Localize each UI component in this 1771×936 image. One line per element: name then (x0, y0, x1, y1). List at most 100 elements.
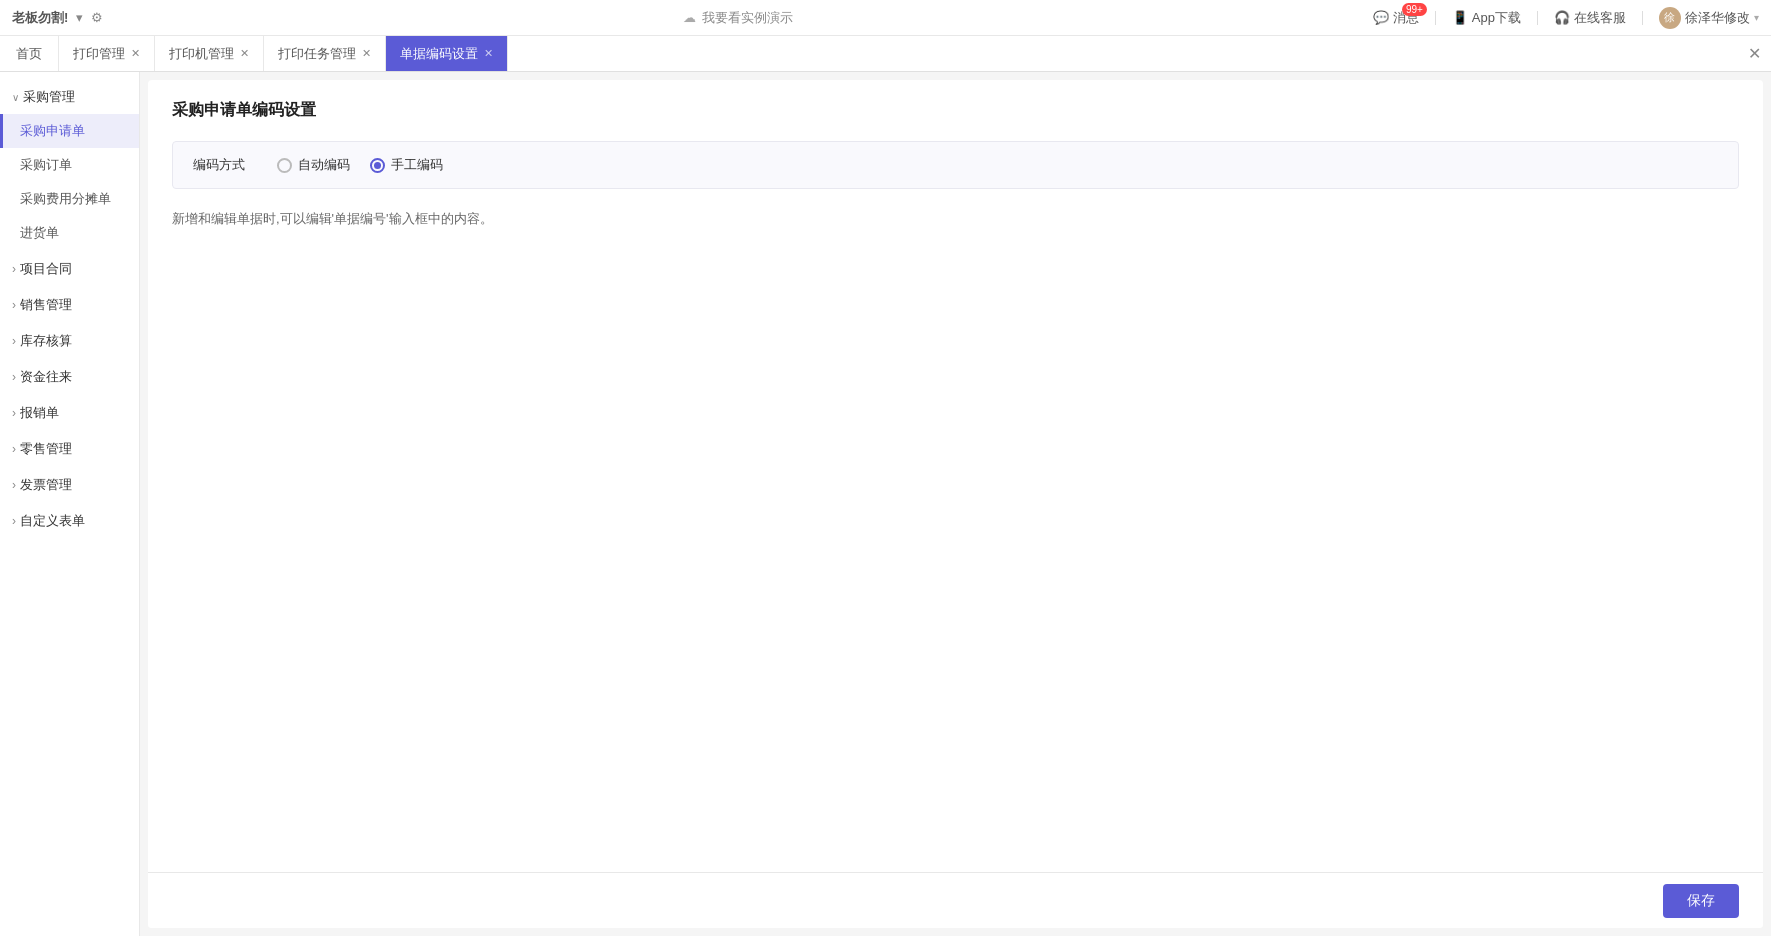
tab-home-label: 首页 (16, 45, 42, 63)
sidebar-group-inventory: › 库存核算 (0, 324, 139, 358)
sidebar-group-purchase: ∨ 采购管理 采购申请单 采购订单 采购费用分摊单 进货单 (0, 80, 139, 250)
settings-icon[interactable]: ⚙ (91, 10, 103, 25)
purchase-arrow-icon: ∨ (12, 92, 19, 103)
user-dropdown-icon: ▾ (1754, 12, 1759, 23)
tab-barcode-settings[interactable]: 单据编码设置 ✕ (386, 36, 508, 71)
content-area: 采购申请单编码设置 编码方式 自动编码 手工编码 新增和编辑单据时,可以编辑'单… (148, 80, 1763, 928)
message-badge: 99+ (1402, 3, 1427, 16)
project-arrow-icon: › (12, 262, 16, 276)
sidebar-item-purchase-request-label: 采购申请单 (20, 123, 85, 138)
tab-print-task-mgmt-close[interactable]: ✕ (362, 47, 371, 60)
sales-arrow-icon: › (12, 298, 16, 312)
funds-arrow-icon: › (12, 370, 16, 384)
sidebar-group-retail: › 零售管理 (0, 432, 139, 466)
sidebar-group-funds-title[interactable]: › 资金往来 (0, 360, 139, 394)
auto-encode-radio-circle (277, 158, 292, 173)
sidebar: ∨ 采购管理 采购申请单 采购订单 采购费用分摊单 进货单 › 项目合同 (0, 72, 140, 936)
headset-icon: 🎧 (1554, 10, 1570, 25)
message-button[interactable]: 💬 消息 99+ (1373, 9, 1419, 27)
cloud-icon: ☁ (683, 10, 696, 25)
online-service-button[interactable]: 🎧 在线客服 (1554, 9, 1626, 27)
sidebar-group-project: › 项目合同 (0, 252, 139, 286)
main-layout: ∨ 采购管理 采购申请单 采购订单 采购费用分摊单 进货单 › 项目合同 (0, 72, 1771, 936)
retail-arrow-icon: › (12, 442, 16, 456)
sidebar-item-goods-receipt-label: 进货单 (20, 225, 59, 240)
top-bar-center: ☁ 我要看实例演示 (683, 9, 793, 27)
sidebar-group-custom-form: › 自定义表单 (0, 504, 139, 538)
sidebar-group-custom-form-title[interactable]: › 自定义表单 (0, 504, 139, 538)
invoice-arrow-icon: › (12, 478, 16, 492)
tab-print-task-mgmt-label: 打印任务管理 (278, 45, 356, 63)
manual-encode-radio-circle (370, 158, 385, 173)
encoding-label: 编码方式 (193, 156, 253, 174)
online-service-label: 在线客服 (1574, 9, 1626, 27)
app-download-label: App下载 (1472, 9, 1521, 27)
user-name: 徐泽华修改 (1685, 9, 1750, 27)
sales-group-label: 销售管理 (20, 296, 72, 314)
sidebar-item-purchase-expense[interactable]: 采购费用分摊单 (0, 182, 139, 216)
project-group-label: 项目合同 (20, 260, 72, 278)
page-title: 采购申请单编码设置 (172, 100, 1739, 121)
save-button[interactable]: 保存 (1663, 884, 1739, 918)
sidebar-group-sales-title[interactable]: › 销售管理 (0, 288, 139, 322)
sidebar-group-sales: › 销售管理 (0, 288, 139, 322)
inventory-group-label: 库存核算 (20, 332, 72, 350)
auto-encode-radio[interactable]: 自动编码 (277, 156, 350, 174)
tab-bar-close[interactable]: ✕ (1738, 36, 1771, 71)
tab-print-mgmt-close[interactable]: ✕ (131, 47, 140, 60)
radio-group: 自动编码 手工编码 (277, 156, 443, 174)
demo-label[interactable]: 我要看实例演示 (702, 9, 793, 27)
expense-report-arrow-icon: › (12, 406, 16, 420)
app-download-icon: 📱 (1452, 10, 1468, 25)
top-bar: 老板勿割! ▾ ⚙ ☁ 我要看实例演示 💬 消息 99+ 📱 App下载 🎧 在… (0, 0, 1771, 36)
sidebar-item-purchase-order-label: 采购订单 (20, 157, 72, 172)
sidebar-group-invoice-title[interactable]: › 发票管理 (0, 468, 139, 502)
tab-print-mgmt[interactable]: 打印管理 ✕ (59, 36, 155, 71)
custom-form-arrow-icon: › (12, 514, 16, 528)
tab-print-mgmt-label: 打印管理 (73, 45, 125, 63)
app-download-button[interactable]: 📱 App下载 (1452, 9, 1521, 27)
tab-home[interactable]: 首页 (0, 36, 59, 71)
encoding-section: 编码方式 自动编码 手工编码 (172, 141, 1739, 189)
tab-printer-mgmt[interactable]: 打印机管理 ✕ (155, 36, 264, 71)
top-bar-right: 💬 消息 99+ 📱 App下载 🎧 在线客服 徐 徐泽华修改 ▾ (1373, 7, 1759, 29)
avatar: 徐 (1659, 7, 1681, 29)
sidebar-group-retail-title[interactable]: › 零售管理 (0, 432, 139, 466)
sidebar-item-purchase-order[interactable]: 采购订单 (0, 148, 139, 182)
sidebar-group-expense-report: › 报销单 (0, 396, 139, 430)
sidebar-group-funds: › 资金往来 (0, 360, 139, 394)
sidebar-group-invoice: › 发票管理 (0, 468, 139, 502)
manual-encode-radio[interactable]: 手工编码 (370, 156, 443, 174)
tab-printer-mgmt-label: 打印机管理 (169, 45, 234, 63)
message-icon: 💬 (1373, 10, 1389, 25)
auto-encode-label: 自动编码 (298, 156, 350, 174)
tab-barcode-settings-close[interactable]: ✕ (484, 47, 493, 60)
tab-barcode-settings-label: 单据编码设置 (400, 45, 478, 63)
divider3 (1642, 11, 1643, 25)
logo-text: 老板勿割! (12, 9, 68, 27)
expense-report-group-label: 报销单 (20, 404, 59, 422)
tab-print-task-mgmt[interactable]: 打印任务管理 ✕ (264, 36, 386, 71)
content-footer: 保存 (148, 872, 1763, 928)
divider (1435, 11, 1436, 25)
divider2 (1537, 11, 1538, 25)
inventory-arrow-icon: › (12, 334, 16, 348)
user-info[interactable]: 徐 徐泽华修改 ▾ (1659, 7, 1759, 29)
content-main: 采购申请单编码设置 编码方式 自动编码 手工编码 新增和编辑单据时,可以编辑'单… (148, 80, 1763, 872)
sidebar-item-purchase-expense-label: 采购费用分摊单 (20, 191, 111, 206)
funds-group-label: 资金往来 (20, 368, 72, 386)
top-bar-left: 老板勿割! ▾ ⚙ (12, 9, 103, 27)
retail-group-label: 零售管理 (20, 440, 72, 458)
sidebar-group-project-title[interactable]: › 项目合同 (0, 252, 139, 286)
sidebar-group-inventory-title[interactable]: › 库存核算 (0, 324, 139, 358)
purchase-group-label: 采购管理 (23, 88, 75, 106)
invoice-group-label: 发票管理 (20, 476, 72, 494)
tab-printer-mgmt-close[interactable]: ✕ (240, 47, 249, 60)
sidebar-item-goods-receipt[interactable]: 进货单 (0, 216, 139, 250)
sidebar-item-purchase-request[interactable]: 采购申请单 (0, 114, 139, 148)
manual-encode-label: 手工编码 (391, 156, 443, 174)
dropdown-icon[interactable]: ▾ (76, 10, 83, 25)
sidebar-group-purchase-title[interactable]: ∨ 采购管理 (0, 80, 139, 114)
sidebar-group-expense-report-title[interactable]: › 报销单 (0, 396, 139, 430)
description-text: 新增和编辑单据时,可以编辑'单据编号'输入框中的内容。 (172, 209, 1739, 230)
